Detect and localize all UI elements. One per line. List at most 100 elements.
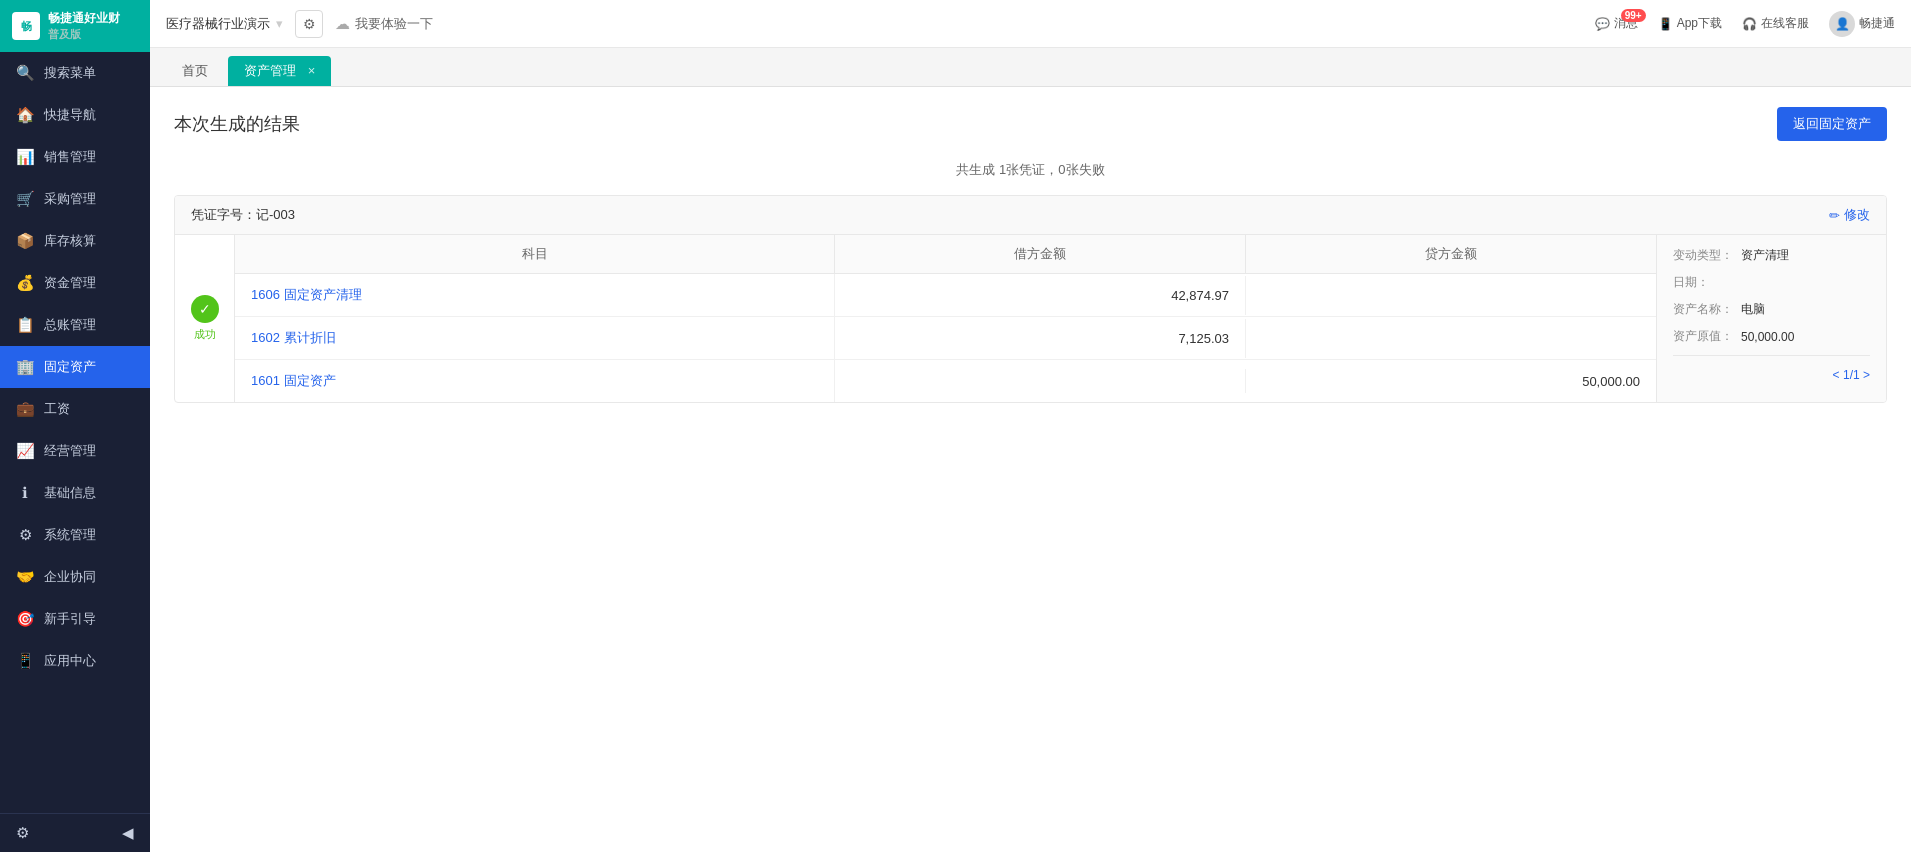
settings-button[interactable]: ⚙ — [295, 10, 323, 38]
tab-asset-management[interactable]: 资产管理 × — [228, 56, 331, 86]
row1-credit — [1246, 283, 1656, 307]
asset-name-value: 电脑 — [1741, 301, 1765, 318]
change-type-row: 变动类型： 资产清理 — [1673, 247, 1870, 264]
row3-subject[interactable]: 1601 固定资产 — [235, 360, 835, 402]
sidebar-item-purchase[interactable]: 🛒 采购管理 — [0, 178, 150, 220]
sidebar-item-management[interactable]: 📈 经营管理 — [0, 430, 150, 472]
management-icon: 📈 — [16, 442, 34, 460]
info-icon: ℹ — [16, 484, 34, 502]
content-area: 本次生成的结果 返回固定资产 共生成 1张凭证，0张失败 凭证字号：记-003 … — [150, 87, 1911, 852]
message-icon: 💬 — [1595, 17, 1610, 31]
voucher-body: ✓ 成功 科目 借方金额 贷方金额 1606 固定资产清理 42,874.97 — [175, 235, 1886, 402]
sidebar-item-app-center[interactable]: 📱 应用中心 — [0, 640, 150, 682]
app-center-icon: 📱 — [16, 652, 34, 670]
logo-text: 畅捷通好业财 普及版 — [48, 11, 120, 41]
asset-value-row: 资产原值： 50,000.00 — [1673, 328, 1870, 345]
content-header: 本次生成的结果 返回固定资产 — [174, 107, 1887, 141]
main-area: 医疗器械行业演示 ▾ ⚙ ☁ 我要体验一下 💬 消息 99+ 📱 App下载 🎧… — [150, 0, 1911, 852]
voucher-card: 凭证字号：记-003 ✏ 修改 ✓ 成功 科目 借方金额 — [174, 195, 1887, 403]
messages-badge: 99+ — [1621, 9, 1646, 22]
date-label: 日期： — [1673, 274, 1709, 291]
success-icon: ✓ — [191, 295, 219, 323]
sidebar-item-basic-info[interactable]: ℹ 基础信息 — [0, 472, 150, 514]
asset-value-label: 资产原值： — [1673, 328, 1733, 345]
row3-debit — [835, 369, 1246, 393]
return-button[interactable]: 返回固定资产 — [1777, 107, 1887, 141]
voucher-table: 科目 借方金额 贷方金额 1606 固定资产清理 42,874.97 1602 … — [235, 235, 1656, 402]
asset-value-value: 50,000.00 — [1741, 330, 1794, 344]
sidebar-item-quick-nav[interactable]: 🏠 快捷导航 — [0, 94, 150, 136]
page-title: 本次生成的结果 — [174, 112, 300, 136]
settings-icon[interactable]: ⚙ — [16, 824, 29, 842]
info-divider — [1673, 355, 1870, 356]
sales-icon: 📊 — [16, 148, 34, 166]
guide-icon: 🎯 — [16, 610, 34, 628]
cloud-icon: ☁ — [335, 15, 350, 33]
messages-button[interactable]: 💬 消息 99+ — [1595, 15, 1638, 32]
success-status: ✓ 成功 — [175, 235, 235, 402]
headset-icon: 🎧 — [1742, 17, 1757, 31]
sidebar-logo: 畅 畅捷通好业财 普及版 — [0, 0, 150, 52]
change-type-label: 变动类型： — [1673, 247, 1733, 264]
sidebar-item-fixed-assets[interactable]: 🏢 固定资产 — [0, 346, 150, 388]
topbar-right: 💬 消息 99+ 📱 App下载 🎧 在线客服 👤 畅捷通 — [1595, 11, 1895, 37]
table-row: 1601 固定资产 50,000.00 — [235, 360, 1656, 402]
asset-name-row: 资产名称： 电脑 — [1673, 301, 1870, 318]
sidebar-item-sales[interactable]: 📊 销售管理 — [0, 136, 150, 178]
sidebar-item-payroll[interactable]: 💼 工资 — [0, 388, 150, 430]
col-debit: 借方金额 — [835, 235, 1246, 273]
pagination[interactable]: < 1/1 > — [1673, 368, 1870, 382]
result-summary: 共生成 1张凭证，0张失败 — [174, 161, 1887, 179]
sidebar-nav: 🔍 搜索菜单 🏠 快捷导航 📊 销售管理 🛒 采购管理 📦 库存核算 💰 资金管… — [0, 52, 150, 813]
voucher-number: 凭证字号：记-003 — [191, 206, 295, 224]
system-icon: ⚙ — [16, 526, 34, 544]
sidebar-bottom: ⚙ ◀ — [0, 813, 150, 852]
collapse-icon[interactable]: ◀ — [122, 824, 134, 842]
table-row: 1602 累计折旧 7,125.03 — [235, 317, 1656, 360]
sidebar-item-guide[interactable]: 🎯 新手引导 — [0, 598, 150, 640]
tabbar: 首页 资产管理 × — [150, 48, 1911, 87]
row2-debit: 7,125.03 — [835, 319, 1246, 358]
title-divider: ▾ — [276, 16, 283, 31]
inventory-icon: 📦 — [16, 232, 34, 250]
voucher-header: 凭证字号：记-003 ✏ 修改 — [175, 196, 1886, 235]
logo-icon: 畅 — [12, 12, 40, 40]
pagination-info: 1/1 — [1843, 368, 1863, 382]
side-info-panel: 变动类型： 资产清理 日期： 资产名称： 电脑 资产原值： 50,000.00 — [1656, 235, 1886, 402]
row2-subject[interactable]: 1602 累计折旧 — [235, 317, 835, 359]
edit-button[interactable]: ✏ 修改 — [1829, 206, 1870, 224]
edit-icon: ✏ — [1829, 208, 1840, 223]
sidebar-item-system[interactable]: ⚙ 系统管理 — [0, 514, 150, 556]
sidebar-item-inventory[interactable]: 📦 库存核算 — [0, 220, 150, 262]
sidebar: 畅 畅捷通好业财 普及版 🔍 搜索菜单 🏠 快捷导航 📊 销售管理 🛒 采购管理… — [0, 0, 150, 852]
sidebar-item-finance[interactable]: 💰 资金管理 — [0, 262, 150, 304]
fixed-assets-icon: 🏢 — [16, 358, 34, 376]
col-credit: 贷方金额 — [1246, 235, 1656, 273]
date-row: 日期： — [1673, 274, 1870, 291]
payroll-icon: 💼 — [16, 400, 34, 418]
tab-home[interactable]: 首页 — [166, 56, 224, 86]
topbar: 医疗器械行业演示 ▾ ⚙ ☁ 我要体验一下 💬 消息 99+ 📱 App下载 🎧… — [150, 0, 1911, 48]
pagination-next[interactable]: > — [1863, 368, 1870, 382]
sidebar-item-search[interactable]: 🔍 搜索菜单 — [0, 52, 150, 94]
ledger-icon: 📋 — [16, 316, 34, 334]
col-subject: 科目 — [235, 235, 835, 273]
online-service-button[interactable]: 🎧 在线客服 — [1742, 15, 1809, 32]
home-icon: 🏠 — [16, 106, 34, 124]
app-download-button[interactable]: 📱 App下载 — [1658, 15, 1722, 32]
row3-credit: 50,000.00 — [1246, 362, 1656, 401]
sidebar-item-collab[interactable]: 🤝 企业协同 — [0, 556, 150, 598]
user-menu[interactable]: 👤 畅捷通 — [1829, 11, 1895, 37]
table-row: 1606 固定资产清理 42,874.97 — [235, 274, 1656, 317]
company-title: 医疗器械行业演示 ▾ — [166, 15, 283, 33]
search-icon: 🔍 — [16, 64, 34, 82]
finance-icon: 💰 — [16, 274, 34, 292]
sidebar-item-ledger[interactable]: 📋 总账管理 — [0, 304, 150, 346]
row2-credit — [1246, 326, 1656, 350]
row1-subject[interactable]: 1606 固定资产清理 — [235, 274, 835, 316]
experience-button[interactable]: ☁ 我要体验一下 — [335, 15, 433, 33]
phone-icon: 📱 — [1658, 17, 1673, 31]
pagination-prev[interactable]: < — [1833, 368, 1840, 382]
asset-name-label: 资产名称： — [1673, 301, 1733, 318]
tab-close-button[interactable]: × — [308, 63, 316, 78]
